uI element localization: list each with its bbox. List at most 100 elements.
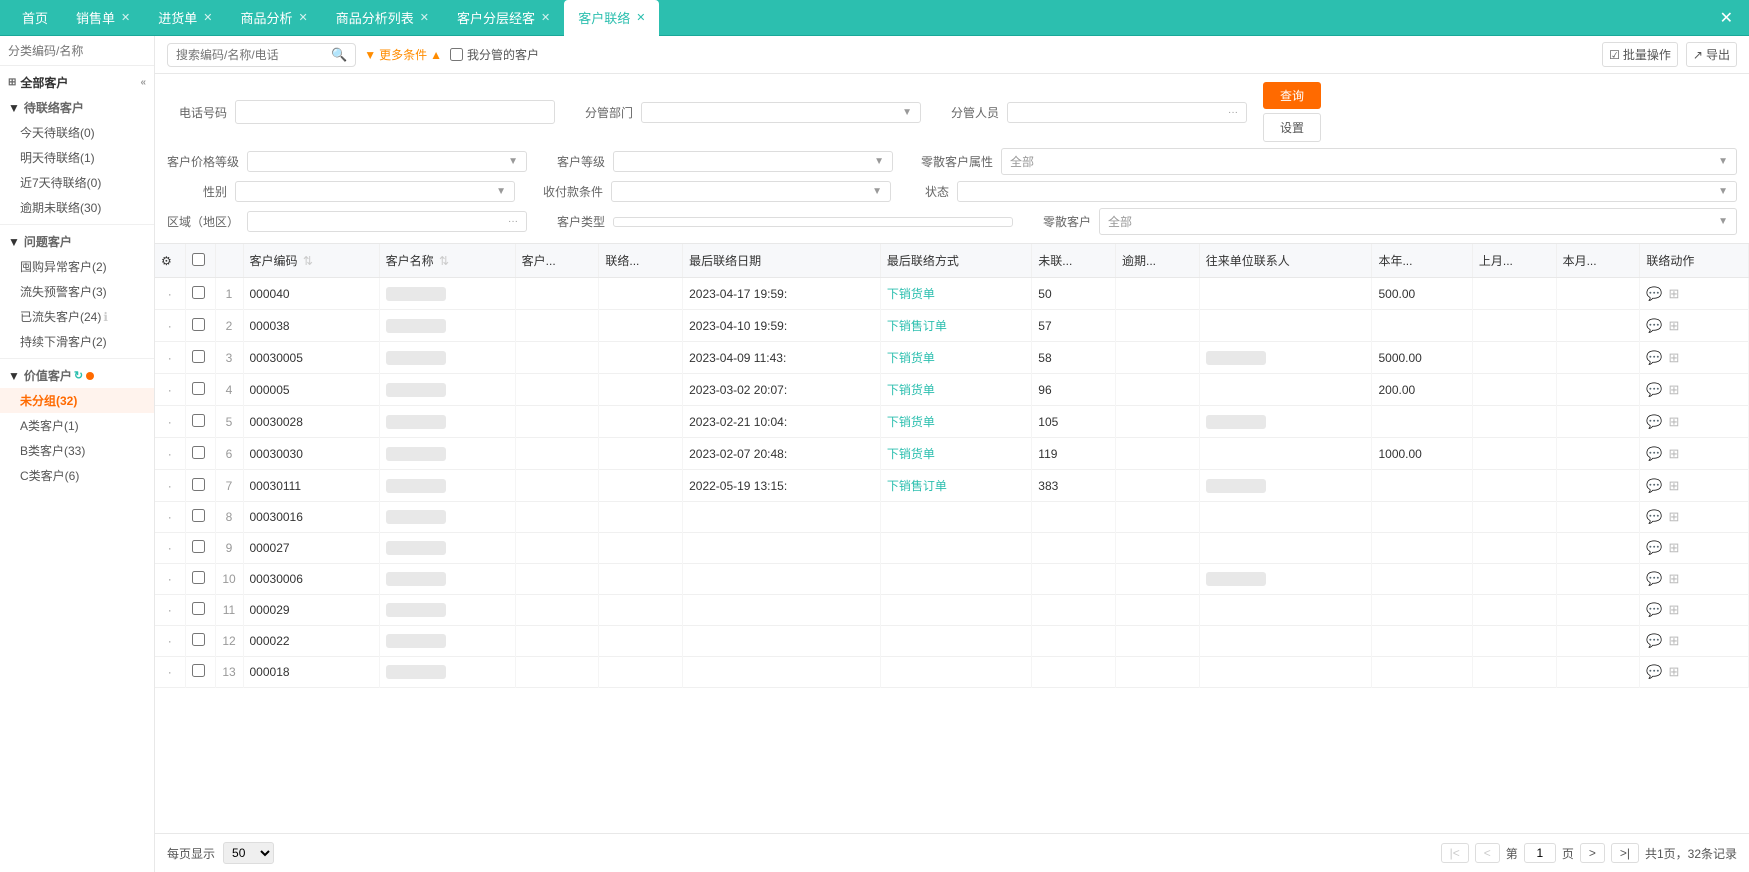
last-way-cell[interactable]: 下销货单 [880,342,1031,374]
window-close-icon[interactable]: ✕ [1712,8,1741,28]
contact-way-link[interactable]: 下销货单 [887,447,935,461]
contact-way-link[interactable]: 下销货单 [887,383,935,397]
last-way-cell[interactable] [880,564,1031,595]
reset-button[interactable]: 设置 [1263,113,1321,142]
type-column-header[interactable]: 客户... [515,244,599,278]
message-icon[interactable]: 💬 [1646,664,1662,680]
payment-select[interactable]: ▼ [611,181,891,202]
contact-way-link[interactable]: 下销货单 [887,351,935,365]
grid-action-icon[interactable]: ⊞ [1669,602,1680,618]
dept-select[interactable]: ▼ [641,102,921,123]
row-checkbox[interactable] [192,414,205,427]
last-way-cell[interactable]: 下销货单 [880,278,1031,310]
checkbox-cell[interactable] [185,657,215,688]
next-page-btn[interactable]: > [1580,843,1605,863]
this-month-column-header[interactable]: 本月... [1556,244,1640,278]
sidebar-all-customers[interactable]: ⊞ 全部客户 « [0,66,154,95]
sidebar-item-overdue[interactable]: 逾期未联络(30) [0,195,154,220]
row-checkbox[interactable] [192,571,205,584]
region-select[interactable]: ··· [247,211,527,232]
group-pending-contact[interactable]: ▼ 待联络客户 [0,95,154,120]
checkbox-cell[interactable] [185,342,215,374]
toolbar-search-icon[interactable]: 🔍 [331,47,347,63]
tab-analysis-list[interactable]: 商品分析列表 ✕ [322,0,443,36]
last-way-cell[interactable]: 下销货单 [880,374,1031,406]
checkbox-cell[interactable] [185,564,215,595]
message-icon[interactable]: 💬 [1646,446,1662,462]
message-icon[interactable]: 💬 [1646,478,1662,494]
checkbox-cell[interactable] [185,470,215,502]
retail-attr-select[interactable]: 全部 ▼ [1001,148,1737,175]
row-checkbox[interactable] [192,286,205,299]
row-checkbox[interactable] [192,633,205,646]
tab-home[interactable]: 首页 [8,0,62,36]
sidebar-item-churn-warning[interactable]: 流失预警客户(3) [0,279,154,304]
grid-action-icon[interactable]: ⊞ [1669,350,1680,366]
last-date-column-header[interactable]: 最后联络日期 [683,244,881,278]
row-checkbox[interactable] [192,350,205,363]
last-way-cell[interactable]: 下销售订单 [880,470,1031,502]
grid-action-icon[interactable]: ⊞ [1669,382,1680,398]
sidebar-item-a-class[interactable]: A类客户(1) [0,413,154,438]
contact-way-link[interactable]: 下销售订单 [887,319,947,333]
last-way-cell[interactable]: 下销货单 [880,438,1031,470]
message-icon[interactable]: 💬 [1646,540,1662,556]
sidebar-item-hoard[interactable]: 囤购异常客户(2) [0,254,154,279]
tab-analysis-list-close[interactable]: ✕ [420,11,429,24]
last-way-cell[interactable] [880,657,1031,688]
sidebar-item-ungroup[interactable]: 未分组(32) [0,388,154,413]
my-customers-checkbox-container[interactable]: 我分管的客户 [450,46,539,63]
sidebar-item-tomorrow[interactable]: 明天待联络(1) [0,145,154,170]
retail-customer-select[interactable]: 全部 ▼ [1099,208,1737,235]
message-icon[interactable]: 💬 [1646,286,1662,302]
phone-input[interactable] [235,100,555,124]
last-way-cell[interactable]: 下销货单 [880,406,1031,438]
last-month-column-header[interactable]: 上月... [1472,244,1556,278]
checkbox-cell[interactable] [185,626,215,657]
message-icon[interactable]: 💬 [1646,509,1662,525]
checkbox-cell[interactable] [185,278,215,310]
row-checkbox[interactable] [192,478,205,491]
prev-page-btn[interactable]: < [1475,843,1500,863]
name-column-header[interactable]: 客户名称 ⇅ [379,244,515,278]
query-button[interactable]: 查询 [1263,82,1321,109]
checkbox-cell[interactable] [185,406,215,438]
staff-select[interactable]: ··· [1007,102,1247,123]
tab-analysis-close[interactable]: ✕ [299,11,308,24]
grid-action-icon[interactable]: ⊞ [1669,478,1680,494]
row-checkbox[interactable] [192,509,205,522]
last-page-btn[interactable]: >| [1611,843,1639,863]
checkbox-cell[interactable] [185,438,215,470]
message-icon[interactable]: 💬 [1646,382,1662,398]
tab-customer-contact-close[interactable]: ✕ [636,11,645,24]
this-year-column-header[interactable]: 本年... [1372,244,1472,278]
row-checkbox[interactable] [192,382,205,395]
per-page-select[interactable]: 50 20 100 [223,842,274,864]
tab-purchase-close[interactable]: ✕ [203,11,212,24]
my-customers-checkbox[interactable] [450,48,463,61]
sidebar-item-churned[interactable]: 已流失客户(24) ℹ [0,304,154,329]
grid-action-icon[interactable]: ⊞ [1669,571,1680,587]
sidebar-item-7days[interactable]: 近7天待联络(0) [0,170,154,195]
row-checkbox[interactable] [192,540,205,553]
last-way-column-header[interactable]: 最后联络方式 [880,244,1031,278]
last-way-cell[interactable] [880,502,1031,533]
gender-select[interactable]: ▼ [235,181,515,202]
grid-action-icon[interactable]: ⊞ [1669,664,1680,680]
tab-customer-contact[interactable]: 客户联络 ✕ [564,0,659,36]
overdue-column-header[interactable]: 逾期... [1116,244,1200,278]
last-way-cell[interactable] [880,626,1031,657]
tab-sales[interactable]: 销售单 ✕ [62,0,144,36]
sidebar-item-b-class[interactable]: B类客户(33) [0,438,154,463]
settings-icon[interactable]: ⚙ [161,254,172,268]
code-column-header[interactable]: 客户编码 ⇅ [243,244,379,278]
row-checkbox[interactable] [192,602,205,615]
row-checkbox[interactable] [192,318,205,331]
tab-analysis[interactable]: 商品分析 ✕ [226,0,321,36]
refresh-icon[interactable]: ↻ [74,369,83,382]
grid-action-icon[interactable]: ⊞ [1669,318,1680,334]
grid-action-icon[interactable]: ⊞ [1669,633,1680,649]
batch-operation-btn[interactable]: ☑ 批量操作 [1602,42,1678,67]
row-checkbox[interactable] [192,664,205,677]
checkbox-cell[interactable] [185,374,215,406]
